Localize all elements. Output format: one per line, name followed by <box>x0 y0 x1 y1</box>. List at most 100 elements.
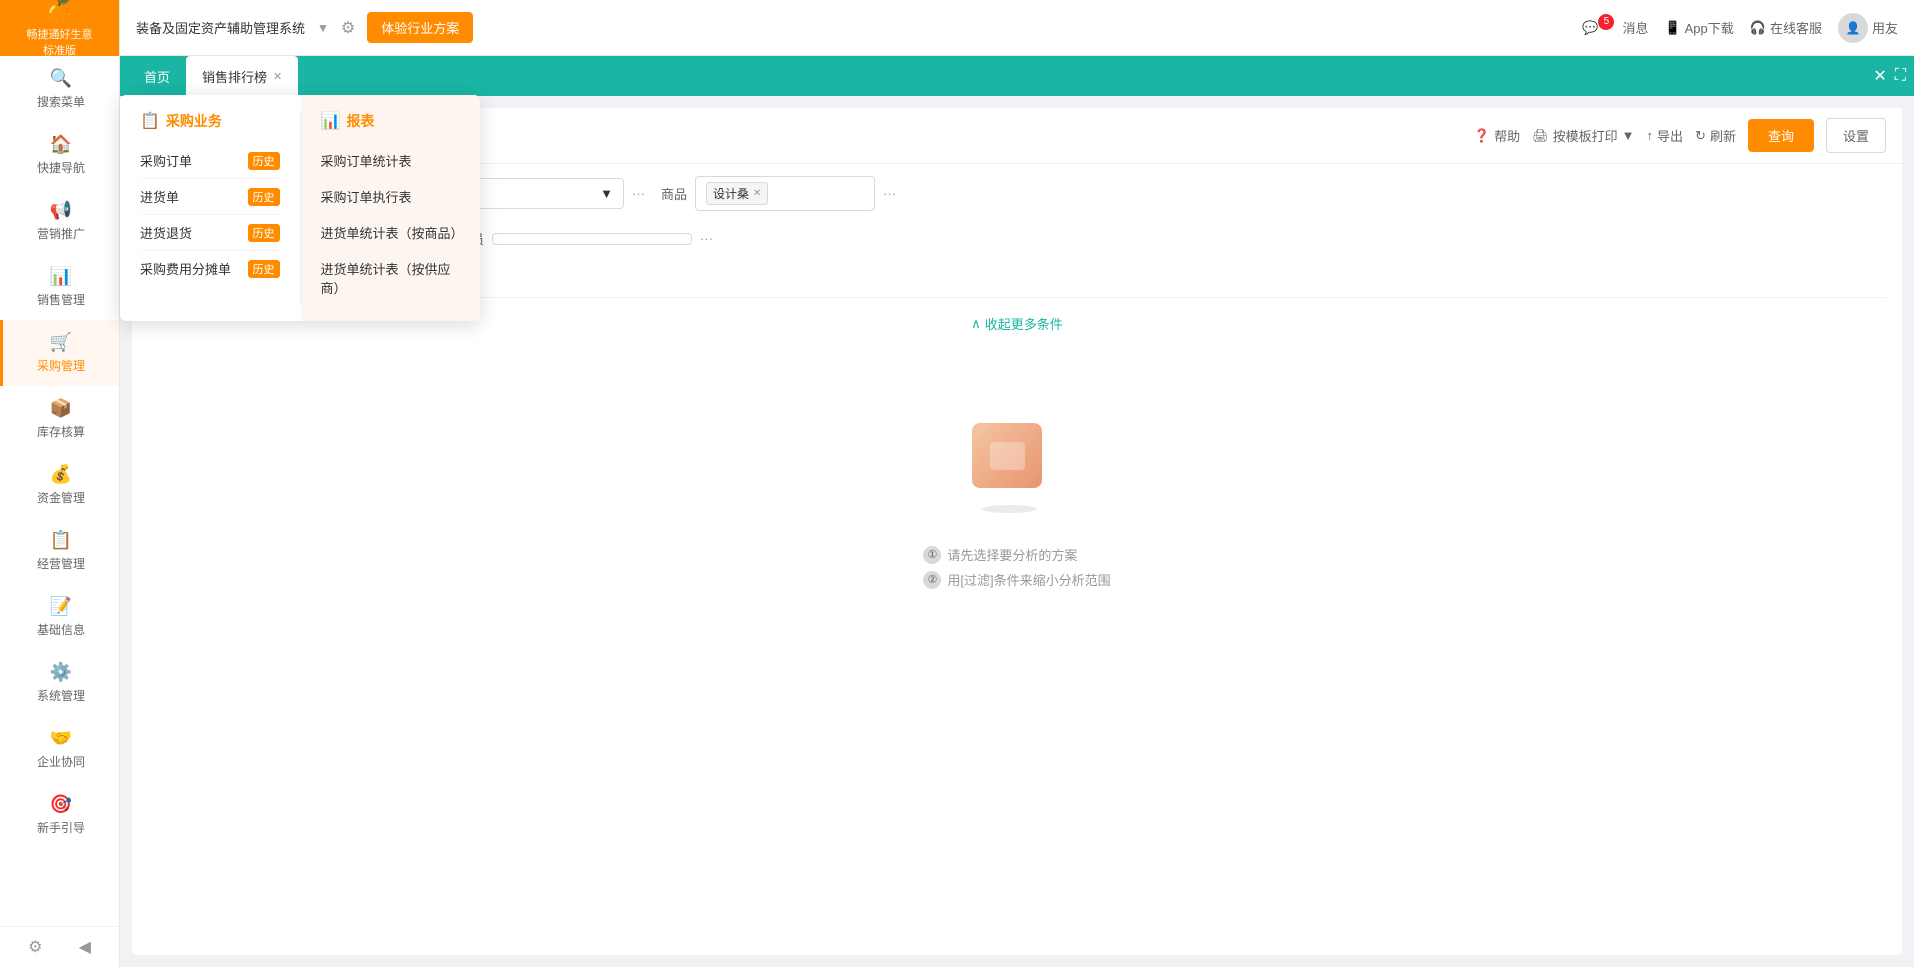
purchase-goods-item[interactable]: 进货单 历史 <box>140 179 280 215</box>
purchase-return-label: 进货退货 <box>140 223 192 242</box>
system-icon: ⚙️ <box>50 662 72 683</box>
dropdown-arrow-icon[interactable]: ▼ <box>317 21 329 35</box>
header-gear-icon[interactable]: ⚙ <box>341 18 355 38</box>
purchase-order-item[interactable]: 采购订单 历史 <box>140 143 280 179</box>
print-icon: 🖨 <box>1532 128 1549 144</box>
tab-bar: 首页 销售排行榜 ✕ ✕ ⛶ <box>120 56 1914 96</box>
purchase-return-item[interactable]: 进货退货 历史 <box>140 215 280 251</box>
purchase-cost-badge: 历史 <box>248 260 280 278</box>
sidebar-item-marketing[interactable]: 📢 营销推广 <box>0 188 119 254</box>
report-order-exec[interactable]: 采购订单执行表 <box>321 179 461 215</box>
status-more-dots[interactable]: ··· <box>632 186 645 201</box>
report-order-stat-label: 采购订单统计表 <box>321 151 412 170</box>
user-label: 用友 <box>1872 18 1898 37</box>
sidebar-label-search: 搜索菜单 <box>37 93 85 110</box>
report-order-stat[interactable]: 采购订单统计表 <box>321 143 461 179</box>
sidebar-item-basic[interactable]: 📝 基础信息 <box>0 584 119 650</box>
sidebar-label-inventory: 库存核算 <box>37 423 85 440</box>
message-icon: 💬 <box>1582 20 1598 36</box>
industry-btn[interactable]: 体验行业方案 <box>367 12 473 43</box>
tab-close-icon[interactable]: ✕ <box>273 70 282 83</box>
empty-illustration <box>957 413 1077 533</box>
hint2-text: 用[过滤]条件来缩小分析范围 <box>947 570 1110 589</box>
salesman-more-dots[interactable]: ··· <box>700 231 713 246</box>
collapse-sidebar-icon[interactable]: ◀ <box>79 937 91 957</box>
settings-bottom-icon[interactable]: ⚙ <box>28 937 42 957</box>
tab-sales-rank-label: 销售排行榜 <box>202 67 267 86</box>
report-section: 📊 报表 采购订单统计表 采购订单执行表 进货单统计表（按商品） 进货单统计表（… <box>301 95 481 321</box>
tab-close-all-icon[interactable]: ✕ <box>1873 66 1886 86</box>
help-label: 帮助 <box>1494 126 1520 145</box>
sidebar-item-purchase[interactable]: 🛒 采购管理 <box>0 320 119 386</box>
export-item[interactable]: ↑ 导出 <box>1647 126 1684 145</box>
corp-icon: 🤝 <box>50 728 72 749</box>
report-goods-stat[interactable]: 进货单统计表（按商品） <box>321 215 461 251</box>
sidebar-item-quick[interactable]: 🏠 快捷导航 <box>0 122 119 188</box>
purchase-goods-badge: 历史 <box>248 188 280 206</box>
purchase-section-icon: 📋 <box>140 111 160 131</box>
goods-more-dots[interactable]: ··· <box>883 186 896 201</box>
goods-control[interactable]: 设计桑 ✕ <box>695 176 875 211</box>
print-dropdown-icon[interactable]: ▼ <box>1622 128 1635 143</box>
purchase-cost-label: 采购费用分摊单 <box>140 259 231 278</box>
sidebar-item-inventory[interactable]: 📦 库存核算 <box>0 386 119 452</box>
collapse-up-icon: ∧ <box>971 316 981 332</box>
tab-sales-rank[interactable]: 销售排行榜 ✕ <box>186 56 298 96</box>
sidebar-item-finance[interactable]: 💰 资金管理 <box>0 452 119 518</box>
tab-expand-icon[interactable]: ⛶ <box>1895 67 1906 85</box>
basic-icon: 📝 <box>50 596 72 617</box>
sidebar-label-sales: 销售管理 <box>37 291 85 308</box>
help-item[interactable]: ❓ 帮助 <box>1474 126 1520 145</box>
sales-icon: 📊 <box>50 266 72 287</box>
print-item[interactable]: 🖨 按模板打印 ▼ <box>1532 126 1634 145</box>
tab-controls: ✕ ⛶ <box>1873 66 1906 86</box>
refresh-item[interactable]: ↻ 刷新 <box>1695 126 1736 145</box>
sidebar-label-marketing: 营销推广 <box>37 225 85 242</box>
salesman-filter: 业务员 ··· <box>445 229 713 248</box>
tab-home[interactable]: 首页 <box>128 56 186 96</box>
sidebar-item-corp[interactable]: 🤝 企业协同 <box>0 716 119 782</box>
tab-home-label: 首页 <box>144 67 170 86</box>
sidebar-label-corp: 企业协同 <box>37 753 85 770</box>
avatar: 👤 <box>1838 13 1868 43</box>
system-title: 装备及固定资产辅助管理系统 <box>136 18 305 37</box>
header-messages[interactable]: 💬 5 消息 <box>1582 18 1648 37</box>
message-label: 消息 <box>1622 18 1648 37</box>
logo-name: 畅捷通好生意 <box>27 26 93 42</box>
sidebar-item-search[interactable]: 🔍 搜索菜单 <box>0 56 119 122</box>
header-app[interactable]: 📱 App下载 <box>1664 18 1733 37</box>
sidebar-item-sales[interactable]: 📊 销售管理 <box>0 254 119 320</box>
salesman-control[interactable] <box>492 233 692 245</box>
query-button[interactable]: 查询 <box>1748 119 1814 152</box>
purchase-section: 📋 采购业务 采购订单 历史 进货单 历史 进货退货 历史 采购费用分摊单 历史 <box>120 95 300 321</box>
sidebar-item-guide[interactable]: 🎯 新手引导 <box>0 782 119 848</box>
purchase-order-badge: 历史 <box>248 152 280 170</box>
purchase-section-title: 📋 采购业务 <box>140 111 280 131</box>
home-icon: 🏠 <box>50 134 72 155</box>
goods-tag[interactable]: 设计桑 ✕ <box>706 182 768 205</box>
header-service[interactable]: 🎧 在线客服 <box>1750 18 1822 37</box>
collapse-filter-btn[interactable]: ∧ 收起更多条件 <box>963 306 1071 341</box>
report-order-exec-label: 采购订单执行表 <box>321 187 412 206</box>
settings-button[interactable]: 设置 <box>1826 118 1886 153</box>
empty-hint-1: ① 请先选择要分析的方案 <box>923 545 1110 564</box>
inventory-icon: 📦 <box>50 398 72 419</box>
purchase-dropdown-menu: 📋 采购业务 采购订单 历史 进货单 历史 进货退货 历史 采购费用分摊单 历史… <box>120 95 480 321</box>
refresh-icon: ↻ <box>1695 128 1706 144</box>
sidebar-item-system[interactable]: ⚙️ 系统管理 <box>0 650 119 716</box>
goods-tag-close[interactable]: ✕ <box>753 188 761 199</box>
operation-icon: 📋 <box>50 530 72 551</box>
status-dropdown-icon: ▼ <box>600 186 613 201</box>
marketing-icon: 📢 <box>50 200 72 221</box>
header-user[interactable]: 👤 用友 <box>1838 13 1898 43</box>
sidebar-logo: 🍊 畅捷通好生意 标准版 <box>0 0 119 56</box>
sidebar-item-operation[interactable]: 📋 经营管理 <box>0 518 119 584</box>
report-supplier-stat[interactable]: 进货单统计表（按供应商） <box>321 251 461 305</box>
purchase-cost-item[interactable]: 采购费用分摊单 历史 <box>140 251 280 286</box>
export-icon: ↑ <box>1647 128 1654 143</box>
refresh-label: 刷新 <box>1710 126 1736 145</box>
app-label: App下载 <box>1685 18 1734 37</box>
guide-icon: 🎯 <box>50 794 72 815</box>
header-right: 💬 5 消息 📱 App下载 🎧 在线客服 👤 用友 <box>1582 13 1898 43</box>
search-icon: 🔍 <box>50 68 72 89</box>
